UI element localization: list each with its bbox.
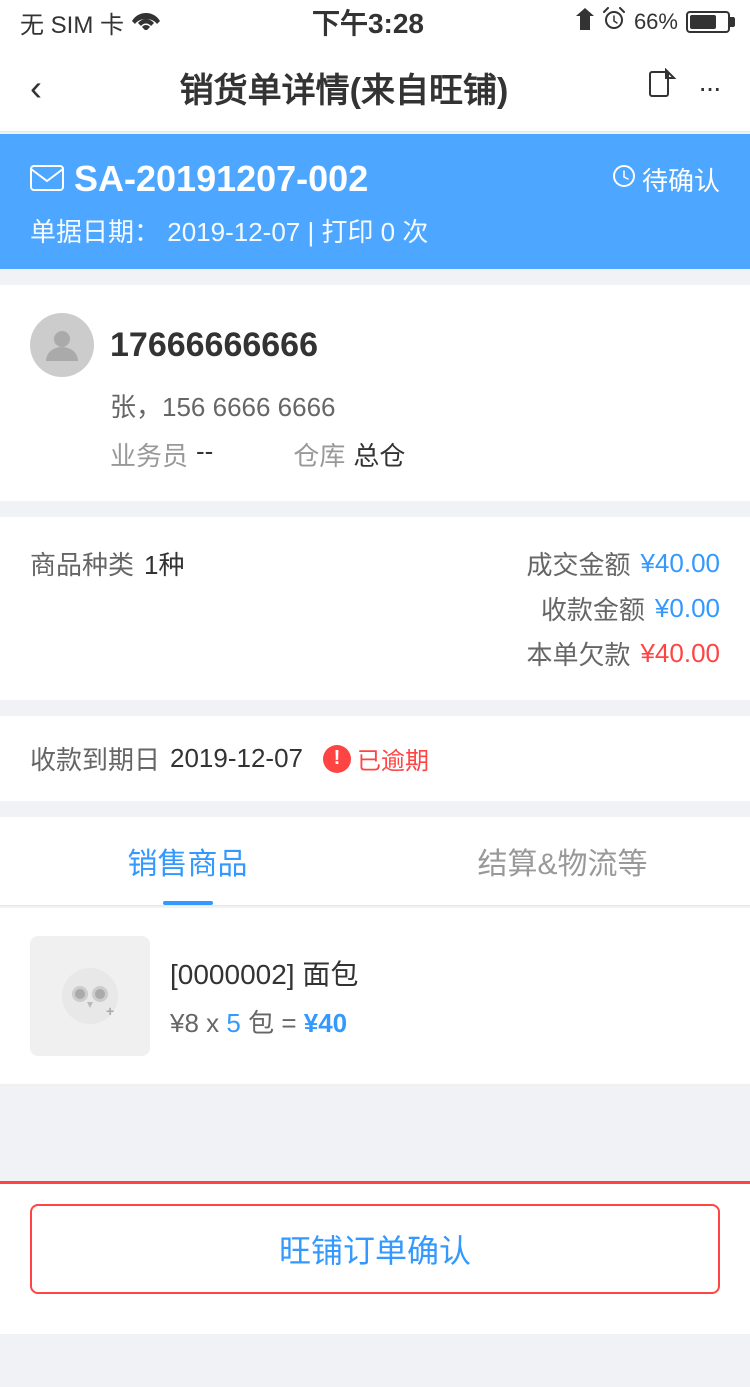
receipt-amount-label: 收款金额: [541, 590, 645, 627]
product-type-label: 商品种类: [30, 545, 134, 582]
confirm-order-button[interactable]: 旺铺订单确认: [30, 1204, 720, 1294]
receipt-amount-value: ¥0.00: [655, 593, 720, 624]
nav-bar: ‹ 销货单详情(来自旺铺) ···: [0, 44, 750, 132]
tab-settlement[interactable]: 结算&物流等: [375, 817, 750, 905]
nav-actions: ···: [646, 68, 720, 108]
order-status: 待确认: [612, 161, 720, 198]
battery-percentage: 66%: [634, 9, 678, 35]
product-type-value: 1种: [144, 545, 184, 582]
clock-icon: [612, 164, 636, 195]
avatar: [30, 313, 94, 377]
product-info: [0000002] 面包 ¥8 x 5 包 = ¥40: [170, 953, 720, 1040]
share-icon[interactable]: [646, 68, 678, 108]
status-bar: 无 SIM 卡 下午3:28 66%: [0, 0, 750, 44]
confirm-btn-wrapper: 旺铺订单确认: [0, 1181, 750, 1334]
product-name: [0000002] 面包: [170, 953, 720, 993]
battery-icon: [686, 11, 730, 33]
salesperson-label: 业务员: [110, 436, 188, 473]
deal-amount-label: 成交金额: [526, 545, 630, 582]
product-price: ¥8 x 5 包 = ¥40: [170, 1003, 720, 1040]
back-button[interactable]: ‹: [30, 67, 42, 109]
product-qty: 5: [226, 1008, 240, 1038]
status-bar-time: 下午3:28: [312, 2, 424, 42]
product-image: +: [30, 936, 150, 1056]
wifi-icon: [132, 8, 160, 37]
warehouse-value: 总仓: [353, 436, 405, 473]
svg-text:+: +: [106, 1003, 114, 1019]
due-date-value: 2019-12-07: [170, 743, 303, 774]
customer-meta: 业务员 -- 仓库 总仓: [110, 436, 720, 473]
tab-products[interactable]: 销售商品: [0, 817, 375, 905]
due-date-card: 收款到期日 2019-12-07 ! 已逾期: [0, 716, 750, 801]
location-icon: [576, 8, 594, 36]
debt-amount-value: ¥40.00: [640, 638, 720, 669]
product-item: + [0000002] 面包 ¥8 x 5 包 = ¥40: [0, 908, 750, 1085]
overdue-badge: ! 已逾期: [323, 741, 429, 776]
page-title: 销货单详情(来自旺铺): [180, 63, 509, 112]
summary-card: 商品种类 1种 成交金额 ¥40.00 收款金额 ¥0.00 本单欠款 ¥40.…: [0, 517, 750, 700]
order-header: SA-20191207-002 待确认 单据日期： 2019-12-07 | 打…: [0, 134, 750, 269]
deal-amount-value: ¥40.00: [640, 548, 720, 579]
salesperson-value: --: [196, 436, 213, 473]
order-number: SA-20191207-002: [30, 158, 368, 200]
due-date-label: 收款到期日: [30, 740, 160, 777]
order-date: 单据日期： 2019-12-07 | 打印 0 次: [30, 212, 720, 249]
customer-info: 张，156 6666 6666: [110, 387, 720, 424]
alarm-icon: [602, 7, 626, 37]
product-total: ¥40: [304, 1008, 347, 1038]
more-icon[interactable]: ···: [698, 72, 720, 104]
amount-summary: 成交金额 ¥40.00 收款金额 ¥0.00 本单欠款 ¥40.00: [526, 545, 720, 672]
status-bar-right: 66%: [576, 7, 730, 37]
tabs-container: 销售商品 结算&物流等: [0, 817, 750, 906]
debt-amount-label: 本单欠款: [526, 635, 630, 672]
customer-phone: 17666666666: [110, 326, 318, 365]
product-list: + [0000002] 面包 ¥8 x 5 包 = ¥40: [0, 908, 750, 1085]
customer-card: 17666666666 张，156 6666 6666 业务员 -- 仓库 总仓: [0, 285, 750, 501]
order-envelope-icon: [30, 158, 64, 200]
overdue-warning-icon: !: [323, 745, 351, 773]
status-bar-left: 无 SIM 卡: [20, 5, 160, 40]
carrier-text: 无 SIM 卡: [20, 5, 124, 40]
warehouse-label: 仓库: [293, 436, 345, 473]
overdue-text: 已逾期: [357, 741, 429, 776]
